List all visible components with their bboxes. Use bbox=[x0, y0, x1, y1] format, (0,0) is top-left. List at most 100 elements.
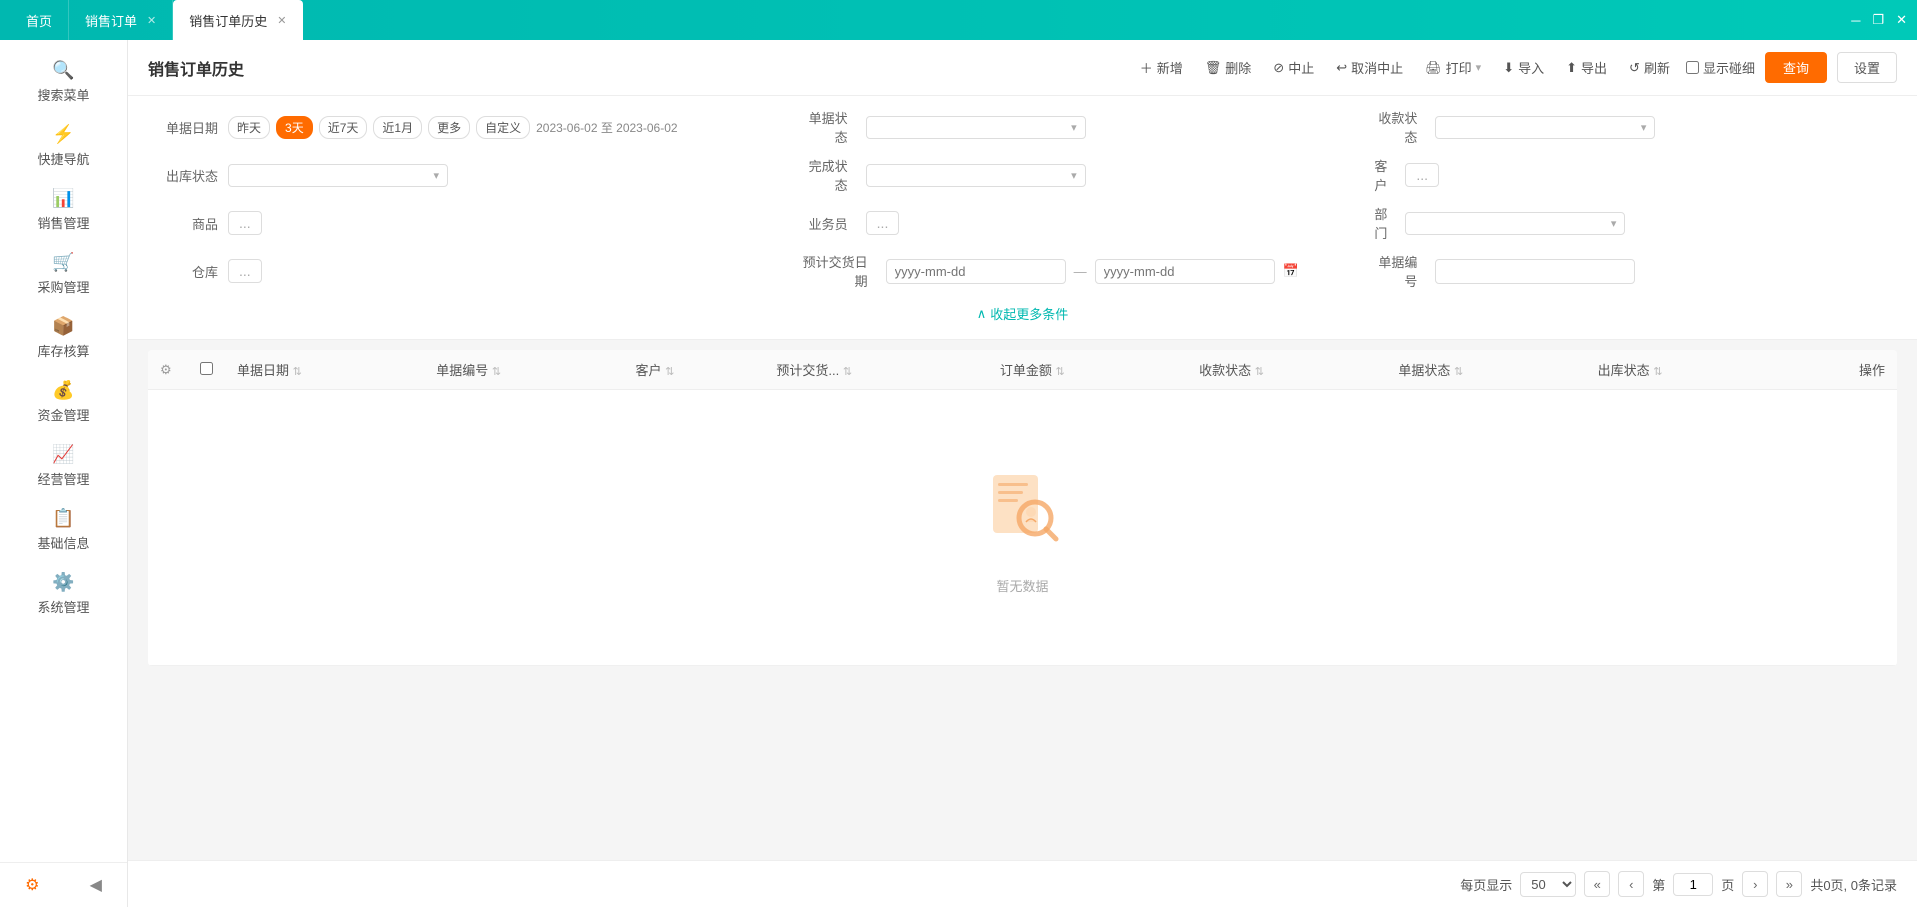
expected-date-from[interactable] bbox=[886, 259, 1066, 284]
col-delivery-status[interactable]: 出库状态 ⇅ bbox=[1586, 350, 1785, 390]
import-button[interactable]: ⬇ 导入 bbox=[1497, 56, 1550, 79]
col-order-status-sort[interactable]: ⇅ bbox=[1454, 366, 1463, 378]
date-btn-3days[interactable]: 3天 bbox=[276, 116, 313, 139]
col-date-sort[interactable]: ⇅ bbox=[293, 366, 302, 378]
last-page-btn[interactable]: » bbox=[1776, 871, 1802, 897]
restore-icon[interactable]: ❐ bbox=[1872, 12, 1884, 28]
col-checkbox[interactable] bbox=[188, 350, 225, 390]
date-btn-more[interactable]: 更多 bbox=[428, 116, 470, 139]
display-cols-checkbox-label[interactable]: 显示碰细 bbox=[1686, 58, 1755, 77]
sidebar-item-business[interactable]: 📈 经营管理 bbox=[0, 434, 127, 498]
col-amount[interactable]: 订单金额 ⇅ bbox=[988, 350, 1187, 390]
quick-nav-icon: ⚡ bbox=[52, 124, 74, 145]
sidebar-item-search-menu[interactable]: 🔍 搜索菜单 bbox=[0, 50, 127, 114]
product-select-btn[interactable]: ... bbox=[228, 211, 262, 235]
new-button[interactable]: ＋ 新增 bbox=[1134, 56, 1189, 79]
customer-group: 客户 ... bbox=[1367, 156, 1897, 194]
complete-status-group: 完成状态 ▾ bbox=[798, 156, 1328, 194]
refresh-label: 刷新 bbox=[1644, 58, 1670, 77]
sidebar-item-system[interactable]: ⚙️ 系统管理 bbox=[0, 562, 127, 626]
col-operation-label: 操作 bbox=[1859, 363, 1885, 378]
minimize-icon[interactable]: ─ bbox=[1851, 13, 1860, 28]
layout: 🔍 搜索菜单 ⚡ 快捷导航 📊 销售管理 🛒 采购管理 📦 库存核算 💰 资金管… bbox=[0, 40, 1917, 907]
stop-button[interactable]: ⊘ 中止 bbox=[1267, 56, 1320, 79]
date-btn-custom[interactable]: 自定义 bbox=[476, 116, 530, 139]
table-settings-icon[interactable]: ⚙ bbox=[160, 362, 172, 377]
sidebar-item-purchase-mgmt[interactable]: 🛒 采购管理 bbox=[0, 242, 127, 306]
empty-text: 暂无数据 bbox=[996, 576, 1048, 595]
col-date[interactable]: 单据日期 ⇅ bbox=[225, 350, 424, 390]
col-expected-date-sort[interactable]: ⇅ bbox=[843, 366, 852, 378]
col-settings[interactable]: ⚙ bbox=[148, 350, 188, 390]
print-icon: 🖨 bbox=[1425, 60, 1442, 76]
payment-status-select[interactable]: ▾ bbox=[1435, 116, 1655, 139]
col-order-status[interactable]: 单据状态 ⇅ bbox=[1386, 350, 1585, 390]
complete-status-label: 完成状态 bbox=[798, 156, 858, 194]
col-order-no-sort[interactable]: ⇅ bbox=[492, 366, 501, 378]
expected-date-to[interactable] bbox=[1095, 259, 1275, 284]
order-no-input[interactable] bbox=[1435, 259, 1635, 284]
tab-sales-order[interactable]: 销售订单 ✕ bbox=[69, 0, 173, 40]
calendar-icon[interactable]: 📅 bbox=[1283, 263, 1299, 279]
tab-sales-order-close[interactable]: ✕ bbox=[147, 14, 156, 27]
col-payment-status-label: 收款状态 bbox=[1199, 363, 1251, 378]
order-no-label: 单据编号 bbox=[1367, 252, 1427, 290]
collapse-btn[interactable]: ∧ 收起更多条件 bbox=[148, 300, 1897, 327]
customer-select-btn[interactable]: ... bbox=[1405, 163, 1439, 187]
sidebar-collapse-icon[interactable]: ◀ bbox=[90, 875, 102, 895]
col-amount-sort[interactable]: ⇅ bbox=[1056, 366, 1065, 378]
col-payment-status[interactable]: 收款状态 ⇅ bbox=[1187, 350, 1386, 390]
close-icon[interactable]: ✕ bbox=[1896, 12, 1907, 28]
sidebar-settings-icon[interactable]: ⚙ bbox=[25, 875, 39, 895]
date-btn-yesterday[interactable]: 昨天 bbox=[228, 116, 270, 139]
first-page-btn[interactable]: « bbox=[1584, 871, 1610, 897]
page-size-select[interactable]: 50 10 20 100 bbox=[1520, 872, 1576, 897]
settings-button[interactable]: 设置 bbox=[1837, 52, 1897, 83]
query-button[interactable]: 查询 bbox=[1765, 52, 1827, 83]
next-page-btn[interactable]: › bbox=[1742, 871, 1768, 897]
collapse-up-icon: ∧ bbox=[977, 306, 987, 322]
col-order-no[interactable]: 单据编号 ⇅ bbox=[424, 350, 623, 390]
sidebar-item-sales-mgmt[interactable]: 📊 销售管理 bbox=[0, 178, 127, 242]
col-delivery-status-label: 出库状态 bbox=[1598, 363, 1650, 378]
cancel-stop-button[interactable]: ↩ 取消中止 bbox=[1330, 56, 1409, 79]
print-button[interactable]: 🖨 打印 ▾ bbox=[1419, 56, 1487, 79]
current-page-input[interactable] bbox=[1673, 873, 1713, 896]
sidebar-item-inventory[interactable]: 📦 库存核算 bbox=[0, 306, 127, 370]
col-expected-date[interactable]: 预计交货... ⇅ bbox=[764, 350, 988, 390]
export-button[interactable]: ⬆ 导出 bbox=[1560, 56, 1613, 79]
prev-page-btn[interactable]: ‹ bbox=[1618, 871, 1644, 897]
salesperson-select-btn[interactable]: ... bbox=[866, 211, 900, 235]
sidebar-item-finance[interactable]: 💰 资金管理 bbox=[0, 370, 127, 434]
complete-status-select[interactable]: ▾ bbox=[866, 164, 1086, 187]
top-bar: 首页 销售订单 ✕ 销售订单历史 ✕ ─ ❐ ✕ bbox=[0, 0, 1917, 40]
refresh-icon: ↺ bbox=[1629, 60, 1640, 76]
col-customer[interactable]: 客户 ⇅ bbox=[623, 350, 764, 390]
base-info-icon: 📋 bbox=[52, 508, 74, 529]
order-status-chevron: ▾ bbox=[1071, 121, 1077, 134]
toolbar: ＋ 新增 🗑 删除 ⊘ 中止 ↩ 取消中止 bbox=[1134, 52, 1897, 83]
delete-button[interactable]: 🗑 删除 bbox=[1199, 56, 1258, 79]
date-btn-7days[interactable]: 近7天 bbox=[319, 116, 368, 139]
tab-home[interactable]: 首页 bbox=[10, 0, 69, 40]
delivery-status-select[interactable]: ▾ bbox=[228, 164, 448, 187]
tab-sales-order-history[interactable]: 销售订单历史 ✕ bbox=[173, 0, 303, 40]
display-cols-checkbox[interactable] bbox=[1686, 61, 1699, 74]
select-all-checkbox[interactable] bbox=[200, 362, 213, 375]
customer-label: 客户 bbox=[1367, 156, 1397, 194]
sidebar-item-base-info[interactable]: 📋 基础信息 bbox=[0, 498, 127, 562]
sidebar-item-quick-nav[interactable]: ⚡ 快捷导航 bbox=[0, 114, 127, 178]
refresh-button[interactable]: ↺ 刷新 bbox=[1623, 56, 1676, 79]
col-delivery-status-sort[interactable]: ⇅ bbox=[1653, 366, 1662, 378]
col-customer-sort[interactable]: ⇅ bbox=[665, 366, 674, 378]
order-status-select[interactable]: ▾ bbox=[866, 116, 1086, 139]
dept-select[interactable]: ▾ bbox=[1405, 212, 1625, 235]
col-payment-status-sort[interactable]: ⇅ bbox=[1255, 366, 1264, 378]
warehouse-select-btn[interactable]: ... bbox=[228, 259, 262, 283]
filter-row-4: 仓库 ... 预计交货日期 — 📅 单据编号 bbox=[148, 252, 1897, 290]
stop-icon: ⊘ bbox=[1273, 60, 1284, 76]
export-icon: ⬆ bbox=[1566, 60, 1577, 76]
delivery-status-chevron: ▾ bbox=[433, 169, 439, 182]
tab-sales-order-history-close[interactable]: ✕ bbox=[277, 14, 286, 27]
date-btn-1month[interactable]: 近1月 bbox=[373, 116, 422, 139]
